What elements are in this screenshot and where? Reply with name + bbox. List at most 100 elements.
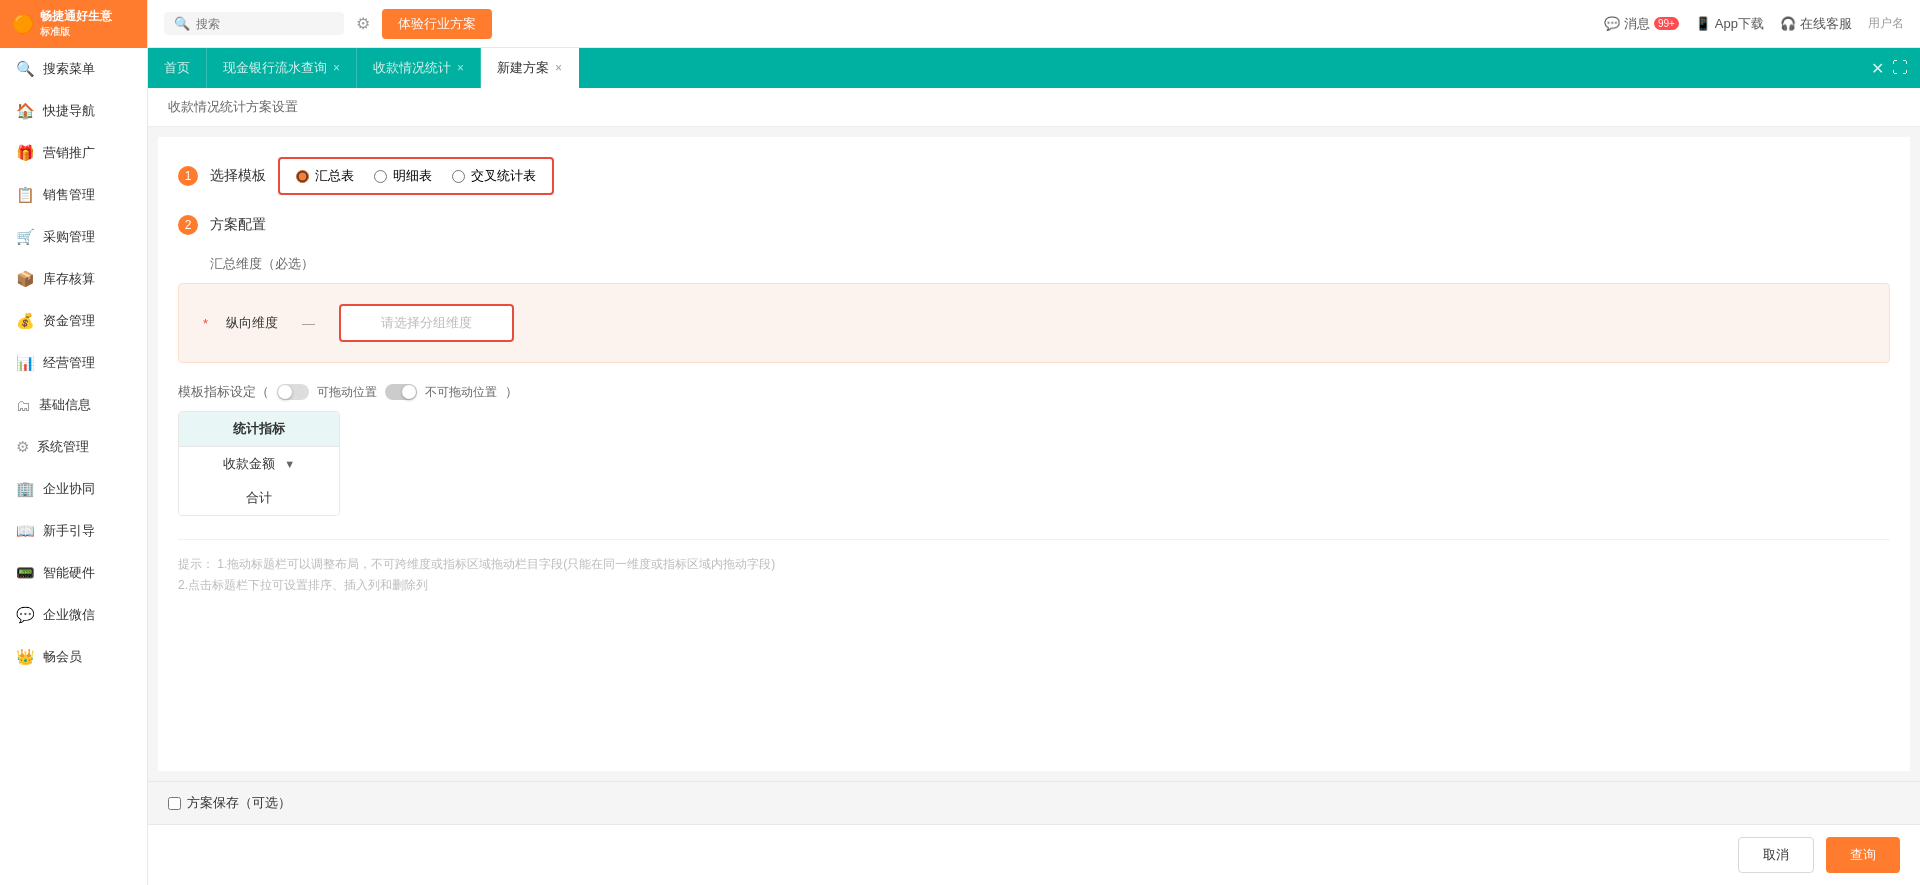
sidebar-label-wechat: 企业微信 bbox=[43, 606, 95, 624]
sidebar-item-member[interactable]: 👑 畅会员 bbox=[0, 636, 147, 678]
sidebar-label-smart-hw: 智能硬件 bbox=[43, 564, 95, 582]
non-draggable-toggle[interactable] bbox=[385, 384, 417, 400]
step1-label: 选择模板 bbox=[210, 167, 266, 185]
step2-badge: 2 bbox=[178, 215, 198, 235]
tip-1: 提示： 1.拖动标题栏可以调整布局，不可跨维度或指标区域拖动栏目字段(只能在同一… bbox=[178, 556, 1890, 573]
sidebar-item-marketing[interactable]: 🎁 营销推广 bbox=[0, 132, 147, 174]
sidebar-item-finance[interactable]: 💰 资金管理 bbox=[0, 300, 147, 342]
member-icon: 👑 bbox=[16, 648, 35, 666]
search-menu-icon: 🔍 bbox=[16, 60, 35, 78]
online-support-button[interactable]: 🎧 在线客服 bbox=[1780, 15, 1852, 33]
close-window-icon[interactable]: ✕ bbox=[1871, 59, 1884, 78]
cancel-button[interactable]: 取消 bbox=[1738, 837, 1814, 873]
radio-detail[interactable]: 明细表 bbox=[374, 167, 432, 185]
sidebar-label-member: 畅会员 bbox=[43, 648, 82, 666]
app-download-button[interactable]: 📱 App下载 bbox=[1695, 15, 1764, 33]
tab-new-plan[interactable]: 新建方案 × bbox=[481, 48, 579, 88]
tab-actions: ✕ ⛶ bbox=[1871, 59, 1920, 78]
download-icon: 📱 bbox=[1695, 16, 1711, 31]
sidebar-item-purchase[interactable]: 🛒 采购管理 bbox=[0, 216, 147, 258]
purchase-icon: 🛒 bbox=[16, 228, 35, 246]
draggable-toggle[interactable] bbox=[277, 384, 309, 400]
tab-home[interactable]: 首页 bbox=[148, 48, 207, 88]
radio-cross-input[interactable] bbox=[452, 170, 465, 183]
sidebar-item-inventory[interactable]: 📦 库存核算 bbox=[0, 258, 147, 300]
search-icon: 🔍 bbox=[174, 16, 190, 31]
sidebar-item-system[interactable]: ⚙ 系统管理 bbox=[0, 426, 147, 468]
sales-icon: 📋 bbox=[16, 186, 35, 204]
sidebar-item-sales[interactable]: 📋 销售管理 bbox=[0, 174, 147, 216]
user-name: 用户名 bbox=[1868, 15, 1904, 32]
metrics-table: 统计指标 收款金额 ▼ bbox=[179, 412, 339, 515]
dimension-section-label: 汇总维度（必选） bbox=[178, 255, 1890, 273]
radio-summary-input[interactable] bbox=[296, 170, 309, 183]
radio-detail-input[interactable] bbox=[374, 170, 387, 183]
dimension-box: * 纵向维度 — 请选择分组维度 bbox=[178, 283, 1890, 363]
tab-collection-stat[interactable]: 收款情况统计 × bbox=[357, 48, 481, 88]
maximize-icon[interactable]: ⛶ bbox=[1892, 59, 1908, 77]
radio-cross[interactable]: 交叉统计表 bbox=[452, 167, 536, 185]
step1-number: 1 bbox=[185, 169, 192, 183]
query-button[interactable]: 查询 bbox=[1826, 837, 1900, 873]
sidebar-item-wechat[interactable]: 💬 企业微信 bbox=[0, 594, 147, 636]
tab-bank-flow[interactable]: 现金银行流水查询 × bbox=[207, 48, 357, 88]
app-edition: 标准版 bbox=[40, 25, 112, 39]
non-draggable-pill-knob bbox=[402, 385, 416, 399]
metrics-table-header: 统计指标 bbox=[179, 412, 339, 447]
finance-icon: 💰 bbox=[16, 312, 35, 330]
metrics-header: 模板指标设定（ 可拖动位置 不可拖动位置 ） bbox=[178, 383, 1890, 401]
tabbar: 首页 现金银行流水查询 × 收款情况统计 × 新建方案 × ✕ ⛶ bbox=[148, 48, 1920, 88]
industry-solution-button[interactable]: 体验行业方案 bbox=[382, 9, 492, 39]
system-icon: ⚙ bbox=[16, 438, 29, 456]
save-plan-label: 方案保存（可选） bbox=[187, 794, 291, 812]
tab-bank-flow-close[interactable]: × bbox=[333, 61, 340, 75]
messages-label: 消息 bbox=[1624, 15, 1650, 33]
dropdown-chevron-icon[interactable]: ▼ bbox=[284, 458, 295, 470]
stats-indicator-label: 统计指标 bbox=[233, 421, 285, 436]
tab-bank-flow-label: 现金银行流水查询 bbox=[223, 59, 327, 77]
search-box[interactable]: 🔍 bbox=[164, 12, 344, 35]
marketing-icon: 🎁 bbox=[16, 144, 35, 162]
step1-row: 1 选择模板 汇总表 明细表 交叉统计表 bbox=[178, 157, 1890, 195]
app-download-label: App下载 bbox=[1715, 15, 1764, 33]
sidebar-label-purchase: 采购管理 bbox=[43, 228, 95, 246]
non-draggable-pill bbox=[385, 384, 417, 400]
draggable-pill bbox=[277, 384, 309, 400]
main-area: 🔍 ⚙ 体验行业方案 💬 消息 99+ 📱 App下载 🎧 在线客服 用户名 bbox=[148, 0, 1920, 885]
tab-home-label: 首页 bbox=[164, 59, 190, 77]
search-input[interactable] bbox=[196, 17, 316, 31]
user-menu-button[interactable]: 用户名 bbox=[1868, 15, 1904, 32]
footer: 方案保存（可选） bbox=[148, 781, 1920, 824]
message-icon: 💬 bbox=[1604, 16, 1620, 31]
sidebar-label-sales: 销售管理 bbox=[43, 186, 95, 204]
tip-2: 2.点击标题栏下拉可设置排序、插入列和删除列 bbox=[178, 577, 1890, 594]
sidebar-item-quick-nav[interactable]: 🏠 快捷导航 bbox=[0, 90, 147, 132]
page-content: 收款情况统计方案设置 1 选择模板 汇总表 明细表 bbox=[148, 88, 1920, 885]
inventory-icon: 📦 bbox=[16, 270, 35, 288]
dimension-select-button[interactable]: 请选择分组维度 bbox=[339, 304, 514, 342]
sidebar-item-search-menu[interactable]: 🔍 搜索菜单 bbox=[0, 48, 147, 90]
tab-collection-stat-close[interactable]: × bbox=[457, 61, 464, 75]
operation-icon: 📊 bbox=[16, 354, 35, 372]
sidebar-label-enterprise-coop: 企业协同 bbox=[43, 480, 95, 498]
sidebar-label-inventory: 库存核算 bbox=[43, 270, 95, 288]
non-draggable-label: 不可拖动位置 bbox=[425, 384, 497, 401]
topbar: 🔍 ⚙ 体验行业方案 💬 消息 99+ 📱 App下载 🎧 在线客服 用户名 bbox=[148, 0, 1920, 48]
settings-icon[interactable]: ⚙ bbox=[356, 14, 370, 33]
radio-summary[interactable]: 汇总表 bbox=[296, 167, 354, 185]
messages-button[interactable]: 💬 消息 99+ bbox=[1604, 15, 1679, 33]
sidebar-item-guide[interactable]: 📖 新手引导 bbox=[0, 510, 147, 552]
tab-new-plan-close[interactable]: × bbox=[555, 61, 562, 75]
dimension-select-placeholder: 请选择分组维度 bbox=[381, 315, 472, 330]
radio-detail-label: 明细表 bbox=[393, 167, 432, 185]
save-plan-checkbox-label[interactable]: 方案保存（可选） bbox=[168, 794, 1900, 812]
sidebar-item-basic-info[interactable]: 🗂 基础信息 bbox=[0, 384, 147, 426]
sidebar-item-operation[interactable]: 📊 经营管理 bbox=[0, 342, 147, 384]
sidebar-label-basic-info: 基础信息 bbox=[39, 396, 91, 414]
sidebar-item-smart-hw[interactable]: 📟 智能硬件 bbox=[0, 552, 147, 594]
enterprise-coop-icon: 🏢 bbox=[16, 480, 35, 498]
table-row-amount: 收款金额 ▼ bbox=[179, 447, 339, 482]
sidebar-item-enterprise-coop[interactable]: 🏢 企业协同 bbox=[0, 468, 147, 510]
metrics-section: 模板指标设定（ 可拖动位置 不可拖动位置 ） bbox=[178, 383, 1890, 519]
save-plan-checkbox[interactable] bbox=[168, 797, 181, 810]
